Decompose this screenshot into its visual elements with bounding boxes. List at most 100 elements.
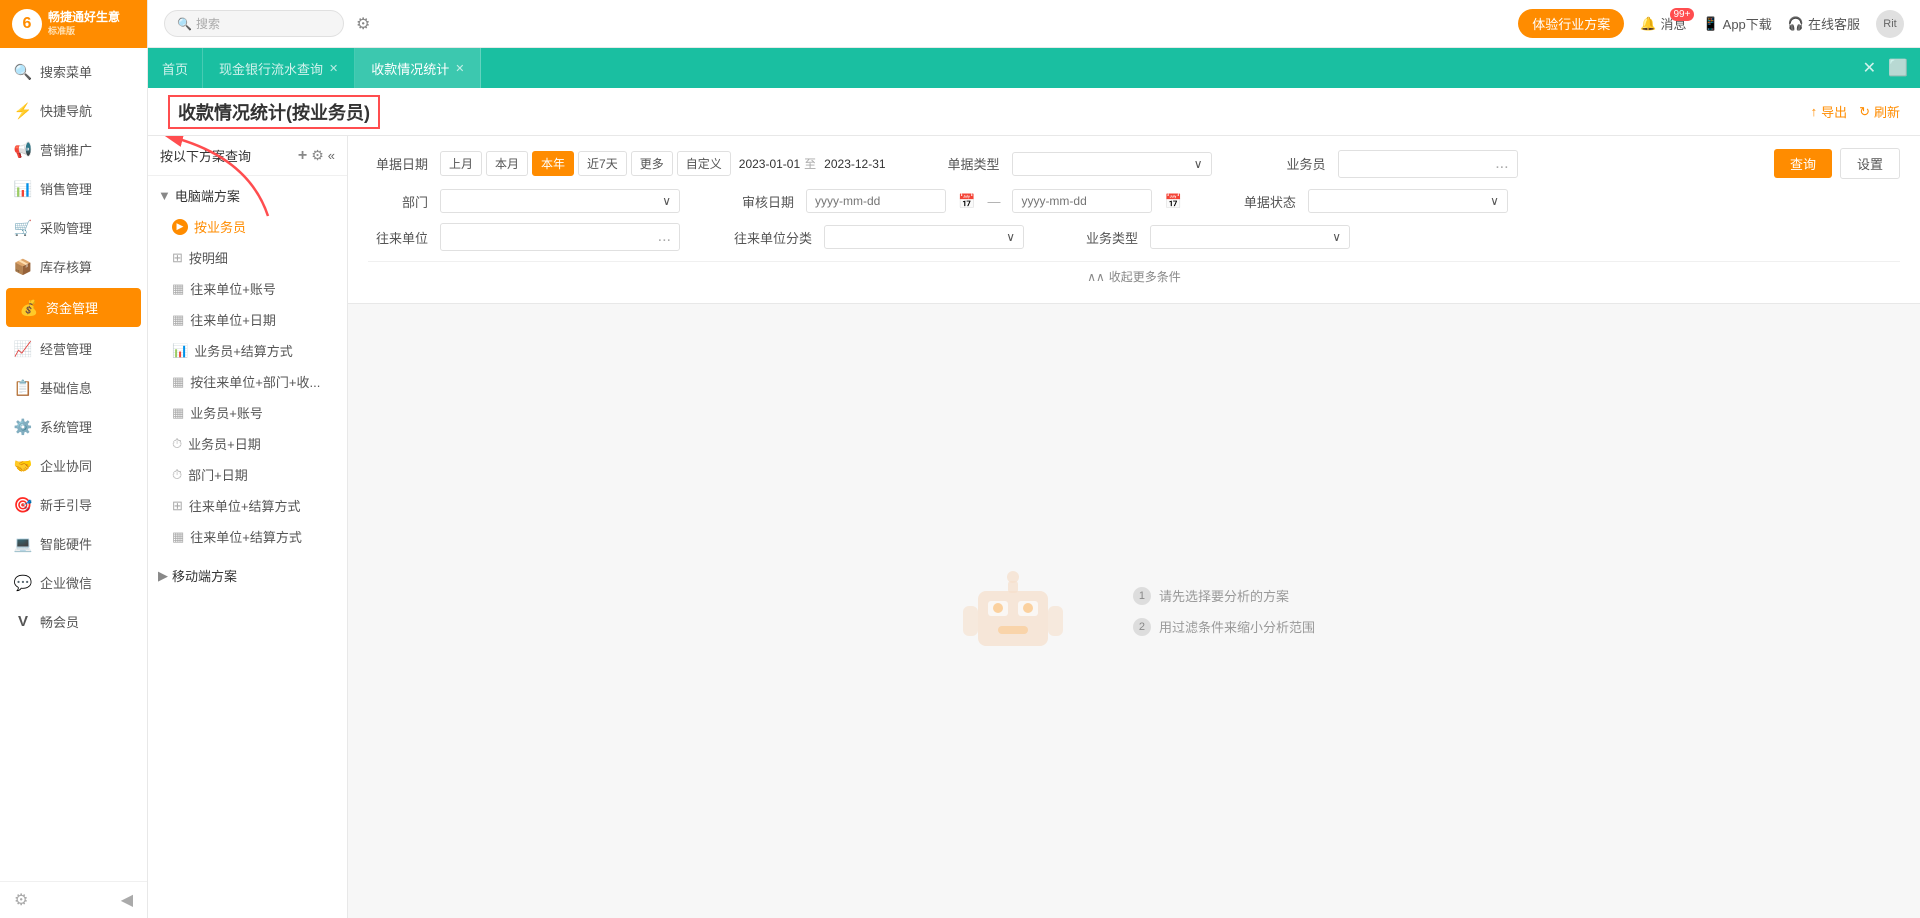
- review-date-from[interactable]: [806, 189, 946, 213]
- collapse-footer-icon[interactable]: ◀: [121, 890, 133, 910]
- tab-bank-flow-close[interactable]: ✕: [329, 62, 338, 75]
- tabbar: 首页 现金银行流水查询 ✕ 收款情况统计 ✕ ✕ ⬜: [148, 48, 1920, 88]
- counterpart-select[interactable]: ...: [440, 223, 680, 251]
- scheme-collapse-icon[interactable]: «: [328, 148, 335, 163]
- sidebar-item-purchase[interactable]: 🛒 采购管理: [0, 208, 147, 247]
- counterpart-type-select[interactable]: ∨: [824, 225, 1024, 249]
- online-service-btn[interactable]: 🎧 在线客服: [1788, 14, 1860, 33]
- empty-hints: 1 请先选择要分析的方案 2 用过滤条件来缩小分析范围: [1133, 586, 1315, 636]
- demo-btn[interactable]: 体验行业方案: [1518, 9, 1624, 38]
- export-btn[interactable]: ↑ 导出: [1811, 102, 1848, 121]
- add-scheme-icon[interactable]: +: [298, 147, 307, 165]
- user-avatar[interactable]: Rit: [1876, 10, 1904, 38]
- sidebar-item-base[interactable]: 📋 基础信息: [0, 368, 147, 407]
- sidebar-item-enterprise[interactable]: 🤝 企业协同: [0, 446, 147, 485]
- review-date-to[interactable]: [1012, 189, 1152, 213]
- scheme-counterpart-account[interactable]: ▦ 往来单位+账号: [148, 273, 347, 304]
- topbar-search[interactable]: 🔍 搜索: [164, 10, 344, 37]
- counterpart-type-label: 往来单位分类: [734, 228, 812, 247]
- messages-btn[interactable]: 🔔 消息 99+: [1640, 14, 1686, 33]
- biz-type-label: 业务类型: [1078, 228, 1138, 247]
- sidebar-item-guide[interactable]: 🎯 新手引导: [0, 485, 147, 524]
- dept-select[interactable]: ∨: [440, 189, 680, 213]
- date-btn-more[interactable]: 更多: [631, 151, 673, 176]
- detail-icon: ⊞: [172, 250, 183, 266]
- empty-state: 1 请先选择要分析的方案 2 用过滤条件来缩小分析范围: [348, 304, 1920, 918]
- sidebar-item-search-menu[interactable]: 🔍 搜索菜单: [0, 52, 147, 91]
- tab-bank-flow[interactable]: 现金银行流水查询 ✕: [203, 48, 355, 88]
- maximize-icon[interactable]: ⬜: [1888, 58, 1908, 78]
- doc-type-select[interactable]: ∨: [1012, 152, 1212, 176]
- finance-icon: 💰: [20, 299, 38, 317]
- doc-status-select[interactable]: ∨: [1308, 189, 1508, 213]
- sidebar-item-wechat[interactable]: 💬 企业微信: [0, 563, 147, 602]
- topbar: 🔍 搜索 ⚙ 体验行业方案 🔔 消息 99+ 📱 App下载 🎧 在线客服 Ri…: [148, 0, 1920, 48]
- scheme-by-counterpart-dept[interactable]: ▦ 按往来单位+部门+收...: [148, 366, 347, 397]
- search-menu-icon: 🔍: [14, 63, 32, 81]
- scheme-counterpart-settle1[interactable]: ⊞ 往来单位+结算方式: [148, 490, 347, 521]
- topbar-gear-icon[interactable]: ⚙: [356, 14, 370, 34]
- logo-text: 畅捷通好生意 标准版: [48, 10, 120, 37]
- date-label: 单据日期: [368, 154, 428, 173]
- scheme-counterpart-settle2[interactable]: ▦ 往来单位+结算方式: [148, 521, 347, 552]
- ca-icon: ▦: [172, 281, 184, 297]
- guide-icon: 🎯: [14, 496, 32, 514]
- left-panel-header: 按以下方案查询 + ⚙ «: [148, 136, 347, 176]
- filter-row-3: 往来单位 ... 往来单位分类 ∨ 业务类型 ∨: [368, 223, 1900, 251]
- left-panel: 按以下方案查询 + ⚙ « ▼ 电脑端方案 ▶ 按业务员 ⊞ 按明细: [148, 136, 348, 918]
- operation-icon: 📈: [14, 340, 32, 358]
- sidebar-item-marketing[interactable]: 📢 营销推广: [0, 130, 147, 169]
- scheme-by-detail[interactable]: ⊞ 按明细: [148, 242, 347, 273]
- hint-num-2: 2: [1133, 618, 1151, 636]
- sidebar-item-hardware[interactable]: 💻 智能硬件: [0, 524, 147, 563]
- scheme-salesman-account[interactable]: ▦ 业务员+账号: [148, 397, 347, 428]
- settings-btn[interactable]: 设置: [1840, 148, 1900, 179]
- filter-actions: 查询 设置: [1774, 148, 1900, 179]
- service-icon: 🎧: [1788, 16, 1804, 32]
- collapse-icon: ∧∧: [1087, 270, 1105, 284]
- sidebar-item-inventory[interactable]: 📦 库存核算: [0, 247, 147, 286]
- tab-collection-stats[interactable]: 收款情况统计 ✕: [355, 48, 481, 88]
- page-header: 收款情况统计(按业务员) ↑ 导出 ↻ 刷新: [148, 88, 1920, 136]
- sidebar-item-system[interactable]: ⚙️ 系统管理: [0, 407, 147, 446]
- sac-icon: ▦: [172, 405, 184, 421]
- query-btn[interactable]: 查询: [1774, 149, 1832, 178]
- date-btn-7days[interactable]: 近7天: [578, 151, 627, 176]
- date-btn-this-month[interactable]: 本月: [486, 151, 528, 176]
- tab-collection-stats-close[interactable]: ✕: [455, 62, 464, 75]
- mobile-group-header[interactable]: ▶ 移动端方案: [148, 560, 347, 591]
- bell-icon: 🔔: [1640, 16, 1656, 32]
- sidebar-item-sales[interactable]: 📊 销售管理: [0, 169, 147, 208]
- sidebar-item-operation[interactable]: 📈 经营管理: [0, 329, 147, 368]
- scheme-dept-date[interactable]: ⏱ 部门+日期: [148, 459, 347, 490]
- salesman-select[interactable]: ...: [1338, 150, 1518, 178]
- biz-type-select[interactable]: ∨: [1150, 225, 1350, 249]
- sidebar-item-finance[interactable]: 💰 资金管理: [6, 288, 141, 327]
- base-icon: 📋: [14, 379, 32, 397]
- settings-footer-icon[interactable]: ⚙: [14, 890, 28, 910]
- date-btn-last-month[interactable]: 上月: [440, 151, 482, 176]
- desktop-group-header[interactable]: ▼ 电脑端方案: [148, 180, 347, 211]
- close-window-icon[interactable]: ✕: [1863, 58, 1876, 78]
- sidebar-item-member[interactable]: V 畅会员: [0, 602, 147, 641]
- collapse-btn[interactable]: ∧∧ 收起更多条件: [368, 261, 1900, 291]
- refresh-btn[interactable]: ↻ 刷新: [1859, 102, 1900, 121]
- review-date-to-cal[interactable]: 📅: [1164, 193, 1181, 210]
- scheme-settings-icon[interactable]: ⚙: [311, 147, 324, 164]
- refresh-icon: ↻: [1859, 104, 1870, 120]
- scheme-salesman-date[interactable]: ⏱ 业务员+日期: [148, 428, 347, 459]
- sidebar-item-quick-nav[interactable]: ⚡ 快捷导航: [0, 91, 147, 130]
- filter-row-2: 部门 ∨ 审核日期 📅 — 📅 单据状态: [368, 189, 1900, 213]
- review-date-from-cal[interactable]: 📅: [958, 193, 975, 210]
- counterpart-label: 往来单位: [368, 228, 428, 247]
- date-btn-custom[interactable]: 自定义: [677, 151, 731, 176]
- tab-home[interactable]: 首页: [148, 48, 203, 88]
- salesman-more-btn[interactable]: ...: [1495, 155, 1508, 173]
- dept-chevron: ∨: [662, 194, 671, 208]
- date-btn-this-year[interactable]: 本年: [532, 151, 574, 176]
- scheme-by-salesman[interactable]: ▶ 按业务员: [148, 211, 347, 242]
- counterpart-more-btn[interactable]: ...: [658, 228, 671, 246]
- scheme-counterpart-date[interactable]: ▦ 往来单位+日期: [148, 304, 347, 335]
- app-download-btn[interactable]: 📱 App下载: [1702, 14, 1771, 33]
- scheme-salesman-settle[interactable]: 📊 业务员+结算方式: [148, 335, 347, 366]
